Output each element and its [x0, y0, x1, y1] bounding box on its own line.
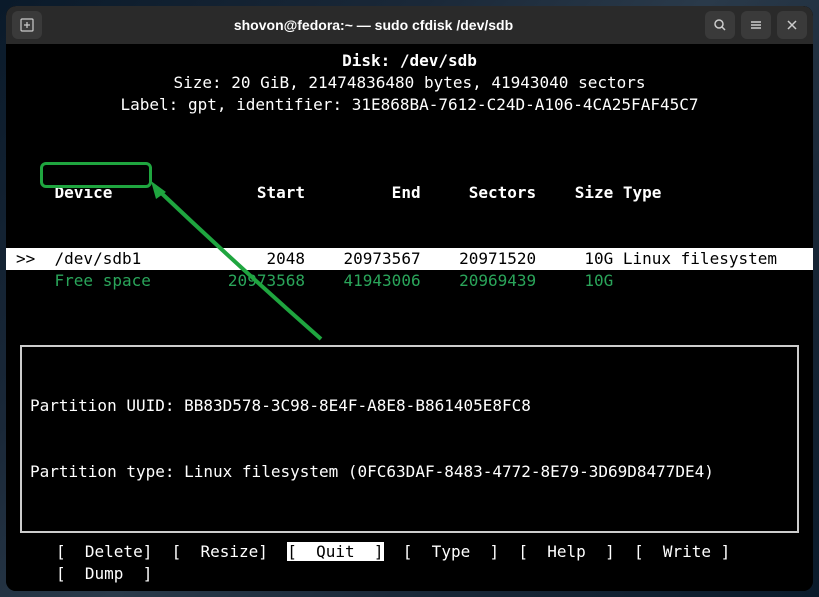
- menu-resize[interactable]: [ Resize]: [172, 542, 268, 561]
- disk-label: Label: gpt, identifier: 31E868BA-7612-C2…: [6, 94, 813, 116]
- partition-uuid: Partition UUID: BB83D578-3C98-8E4F-A8E8-…: [30, 395, 789, 417]
- menu-type[interactable]: [ Type ]: [403, 542, 499, 561]
- menu-write[interactable]: [ Write ]: [634, 542, 730, 561]
- disk-size: Size: 20 GiB, 21474836480 bytes, 4194304…: [6, 72, 813, 94]
- disk-header: Disk: /dev/sdb: [6, 50, 813, 72]
- titlebar: shovon@fedora:~ — sudo cfdisk /dev/sdb: [6, 6, 813, 44]
- partition-info-box: Partition UUID: BB83D578-3C98-8E4F-A8E8-…: [20, 345, 799, 533]
- menu-button[interactable]: [741, 11, 771, 39]
- window-title: shovon@fedora:~ — sudo cfdisk /dev/sdb: [42, 17, 705, 33]
- menu-help[interactable]: [ Help ]: [518, 542, 614, 561]
- table-row[interactable]: >> /dev/sdb1 2048 20973567 20971520 10G …: [6, 248, 813, 270]
- terminal-content[interactable]: Disk: /dev/sdb Size: 20 GiB, 21474836480…: [6, 44, 813, 591]
- action-menu: [ Delete] [ Resize] [ Quit ] [ Type ] [ …: [6, 541, 813, 585]
- table-header: Device Start End Sectors Size Type: [6, 182, 813, 204]
- close-button[interactable]: [777, 11, 807, 39]
- partition-table: Device Start End Sectors Size Type >> /d…: [6, 138, 813, 336]
- partition-type: Partition type: Linux filesystem (0FC63D…: [30, 461, 789, 483]
- menu-quit[interactable]: [ Quit ]: [287, 542, 383, 561]
- search-button[interactable]: [705, 11, 735, 39]
- table-row-freespace[interactable]: Free space 20973568 41943006 20969439 10…: [6, 270, 813, 292]
- menu-delete[interactable]: [ Delete]: [56, 542, 152, 561]
- new-tab-button[interactable]: [12, 11, 42, 39]
- terminal-window: shovon@fedora:~ — sudo cfdisk /dev/sdb: [6, 6, 813, 591]
- menu-dump[interactable]: [ Dump ]: [56, 564, 152, 583]
